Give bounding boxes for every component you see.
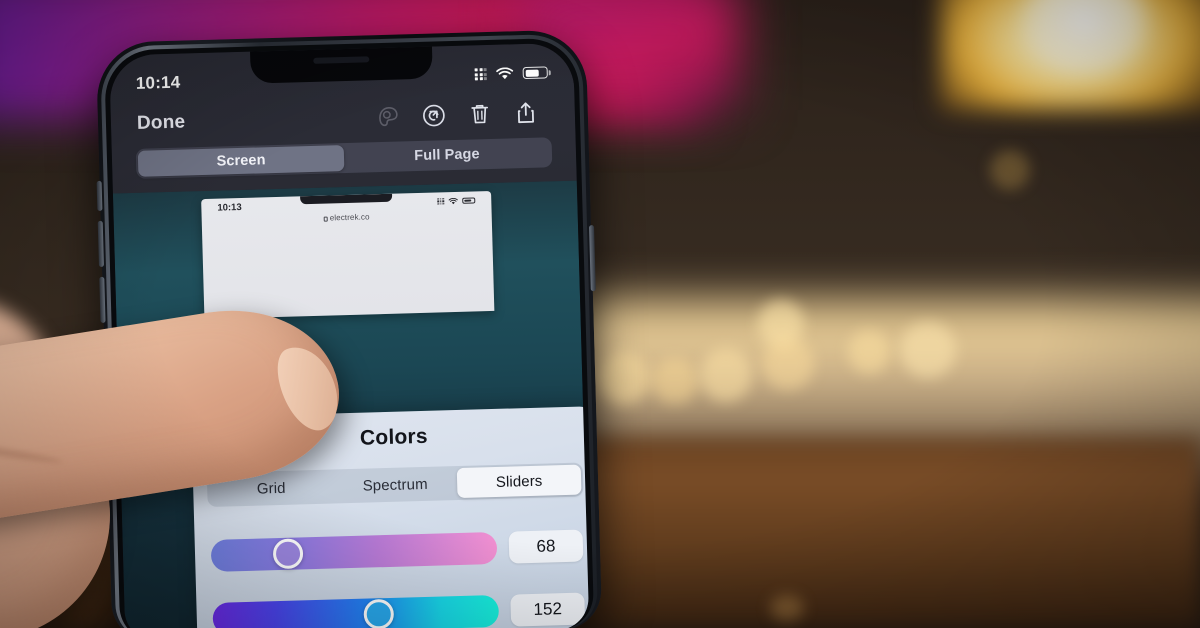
tab-full-page[interactable]: Full Page	[344, 139, 551, 171]
battery-icon	[522, 66, 548, 80]
share-icon[interactable]	[502, 92, 549, 133]
mute-switch[interactable]	[96, 180, 103, 211]
bokeh-light	[700, 348, 752, 402]
trash-icon[interactable]	[456, 94, 503, 135]
bokeh-light	[770, 595, 804, 621]
signal-dots-icon	[437, 197, 445, 205]
bokeh-light	[652, 358, 698, 404]
thumb-crease	[0, 432, 64, 466]
done-button[interactable]: Done	[137, 111, 186, 134]
rotate-redo-icon[interactable]	[410, 95, 457, 136]
red-value-field[interactable]: 68	[508, 529, 584, 564]
green-value-field[interactable]: 152	[510, 592, 586, 627]
bokeh-light	[598, 352, 650, 404]
status-bar-indicators	[474, 66, 548, 81]
preview-time: 10:13	[217, 201, 242, 214]
wifi-icon	[448, 197, 458, 204]
bokeh-light	[900, 322, 956, 378]
signal-dots-icon	[474, 68, 487, 81]
toolbar-icon-group	[364, 92, 549, 137]
bokeh-light	[848, 330, 890, 374]
status-bar-time: 10:14	[135, 72, 181, 93]
preview-indicators	[437, 197, 476, 205]
preview-url-text: electrek.co	[329, 212, 370, 223]
tab-screen[interactable]: Screen	[137, 145, 345, 177]
bokeh-light	[762, 338, 814, 390]
thumb	[0, 294, 351, 536]
editor-top-bar: 10:14 Done Screen Full Page	[109, 42, 577, 194]
battery-icon	[462, 197, 476, 205]
tab-sliders[interactable]: Sliders	[456, 464, 582, 499]
screenshot-preview[interactable]: 10:13 electrek.co	[201, 190, 495, 320]
thumbnail	[267, 337, 350, 439]
earpiece-speaker-icon	[313, 56, 370, 64]
hand-holding-phone	[0, 294, 390, 628]
wifi-icon	[496, 66, 514, 79]
markup-tool-icon[interactable]	[364, 96, 411, 137]
bokeh-light	[990, 150, 1030, 190]
lock-icon	[323, 216, 328, 222]
